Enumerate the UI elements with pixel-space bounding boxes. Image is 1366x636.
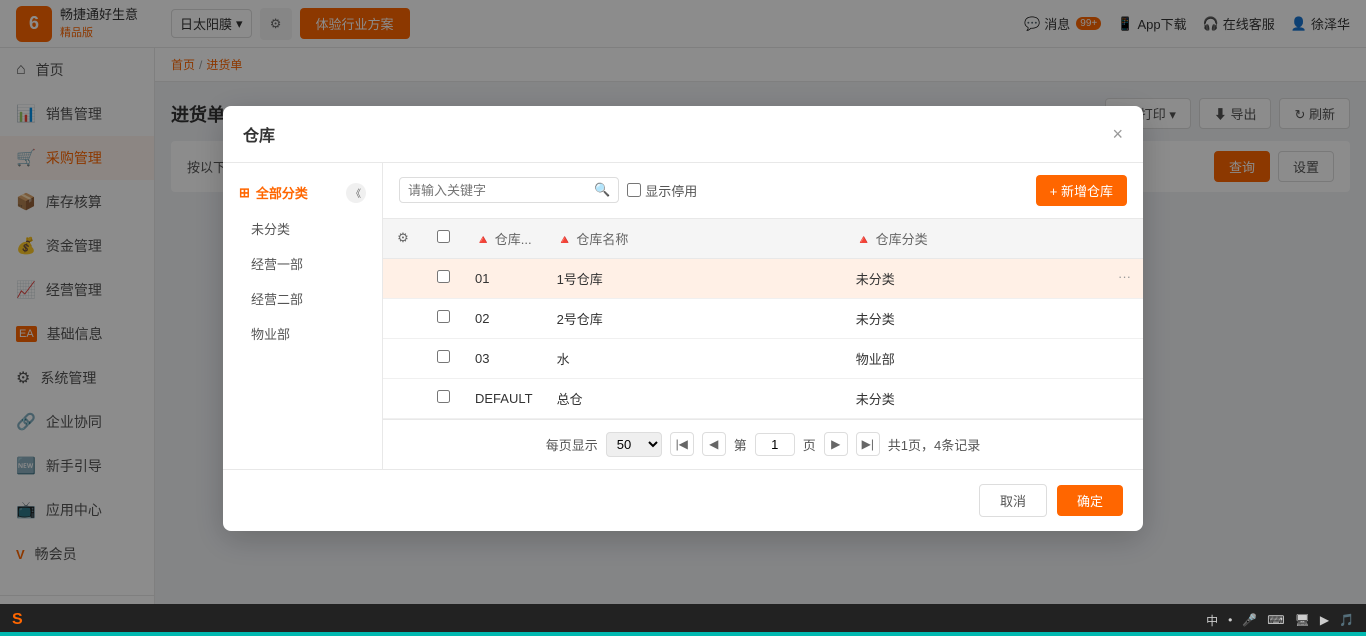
- add-warehouse-button[interactable]: + 新增仓库: [1036, 175, 1127, 206]
- total-info: 共1页，4条记录: [888, 435, 980, 454]
- row-checkbox-3[interactable]: [437, 350, 450, 363]
- row-check-1: [423, 258, 463, 298]
- row-more-1[interactable]: ···: [1118, 269, 1131, 284]
- status-logo: S: [12, 611, 23, 629]
- th-settings[interactable]: ⚙: [383, 219, 423, 259]
- row-cat-1: 未分类 ···: [844, 258, 1143, 298]
- row-checkbox-1[interactable]: [437, 270, 450, 283]
- warehouse-table: ⚙ 🔺 仓库... 🔺 仓库名称: [383, 219, 1143, 419]
- cat-item-unclassified[interactable]: 未分类: [223, 211, 382, 246]
- status-play[interactable]: ▶: [1320, 613, 1329, 627]
- row-settings-2: [383, 298, 423, 338]
- status-music[interactable]: 🎵: [1339, 613, 1354, 627]
- next-page-button[interactable]: ▶: [824, 432, 848, 456]
- collapse-category-button[interactable]: 《: [346, 183, 366, 203]
- per-page-label: 每页显示: [546, 435, 598, 454]
- show-disabled-label: 显示停用: [627, 181, 697, 200]
- prev-page-button[interactable]: ◀: [702, 432, 726, 456]
- table-row[interactable]: 01 1号仓库 未分类 ···: [383, 258, 1143, 298]
- all-category-header[interactable]: ⊞ 全部分类 《: [223, 175, 382, 211]
- status-screen[interactable]: 🖥: [1295, 613, 1310, 627]
- show-disabled-text: 显示停用: [645, 181, 697, 200]
- grid-icon: ⊞: [239, 185, 250, 201]
- status-bar: S 中 • 🎤 ⌨ 🖥 ▶ 🎵: [0, 604, 1366, 636]
- row-settings-3: [383, 338, 423, 378]
- warehouse-table-wrap: ⚙ 🔺 仓库... 🔺 仓库名称: [383, 219, 1143, 419]
- row-settings-1: [383, 258, 423, 298]
- category-panel: ⊞ 全部分类 《 未分类 经营一部 经营二部 物业部: [223, 163, 383, 469]
- row-cat-2: 未分类: [844, 298, 1143, 338]
- status-dot: •: [1228, 613, 1232, 627]
- search-input[interactable]: [408, 183, 588, 198]
- show-disabled-checkbox[interactable]: [627, 183, 641, 197]
- table-row[interactable]: 02 2号仓库 未分类: [383, 298, 1143, 338]
- last-page-button[interactable]: ▶|: [856, 432, 880, 456]
- per-page-select[interactable]: 50 10 20 100: [606, 432, 662, 457]
- warehouse-table-body: 01 1号仓库 未分类 ···: [383, 258, 1143, 418]
- status-keyboard[interactable]: ⌨: [1267, 613, 1284, 627]
- cat-item-dept2[interactable]: 经营二部: [223, 281, 382, 316]
- row-settings-4: [383, 378, 423, 418]
- search-icon[interactable]: 🔍: [594, 182, 610, 198]
- th-check: [423, 219, 463, 259]
- row-name-1: 1号仓库: [545, 258, 844, 298]
- modal-footer: 取消 确定: [223, 469, 1143, 531]
- table-row[interactable]: DEFAULT 总仓 未分类: [383, 378, 1143, 418]
- modal-body: ⊞ 全部分类 《 未分类 经营一部 经营二部 物业部: [223, 163, 1143, 469]
- row-checkbox-4[interactable]: [437, 390, 450, 403]
- content-panel: 🔍 显示停用 + 新增仓库 ⚙: [383, 163, 1143, 469]
- modal-header: 仓库 ×: [223, 106, 1143, 163]
- modal-title: 仓库: [243, 122, 275, 146]
- teal-strip: [0, 632, 1366, 636]
- row-check-2: [423, 298, 463, 338]
- row-checkbox-2[interactable]: [437, 310, 450, 323]
- page-input[interactable]: [755, 433, 795, 456]
- th-category[interactable]: 🔺 仓库分类: [844, 219, 1143, 259]
- row-check-4: [423, 378, 463, 418]
- table-row[interactable]: 03 水 物业部: [383, 338, 1143, 378]
- status-mic[interactable]: 🎤: [1242, 613, 1257, 627]
- row-cat-4: 未分类: [844, 378, 1143, 418]
- row-name-4: 总仓: [545, 378, 844, 418]
- th-code[interactable]: 🔺 仓库...: [463, 219, 545, 259]
- first-page-button[interactable]: |◀: [670, 432, 694, 456]
- search-box: 🔍 显示停用: [399, 177, 697, 203]
- select-all-checkbox[interactable]: [437, 230, 450, 243]
- all-cat-text: 全部分类: [256, 183, 308, 202]
- row-code-1: 01: [463, 258, 545, 298]
- page-suffix: 页: [803, 435, 816, 454]
- status-chinese[interactable]: 中: [1206, 612, 1218, 629]
- page-label: 第: [734, 435, 747, 454]
- cat-item-property[interactable]: 物业部: [223, 316, 382, 351]
- warehouse-modal: 仓库 × ⊞ 全部分类 《 未分类 经营一部: [223, 106, 1143, 531]
- cancel-button[interactable]: 取消: [979, 484, 1047, 517]
- confirm-button[interactable]: 确定: [1057, 485, 1123, 516]
- row-code-4: DEFAULT: [463, 378, 545, 418]
- row-name-2: 2号仓库: [545, 298, 844, 338]
- modal-close-button[interactable]: ×: [1112, 125, 1123, 143]
- row-name-3: 水: [545, 338, 844, 378]
- modal-overlay: 仓库 × ⊞ 全部分类 《 未分类 经营一部: [0, 0, 1366, 636]
- table-header-row: ⚙ 🔺 仓库... 🔺 仓库名称: [383, 219, 1143, 259]
- th-name[interactable]: 🔺 仓库名称: [545, 219, 844, 259]
- pagination: 每页显示 50 10 20 100 |◀ ◀ 第 页 ▶ ▶| 共1页，4条记录: [383, 419, 1143, 469]
- cat-item-dept1[interactable]: 经营一部: [223, 246, 382, 281]
- row-cat-3: 物业部: [844, 338, 1143, 378]
- search-input-wrap: 🔍: [399, 177, 619, 203]
- content-toolbar: 🔍 显示停用 + 新增仓库: [383, 163, 1143, 219]
- row-check-3: [423, 338, 463, 378]
- all-category-label: ⊞ 全部分类: [239, 183, 308, 202]
- row-code-2: 02: [463, 298, 545, 338]
- row-code-3: 03: [463, 338, 545, 378]
